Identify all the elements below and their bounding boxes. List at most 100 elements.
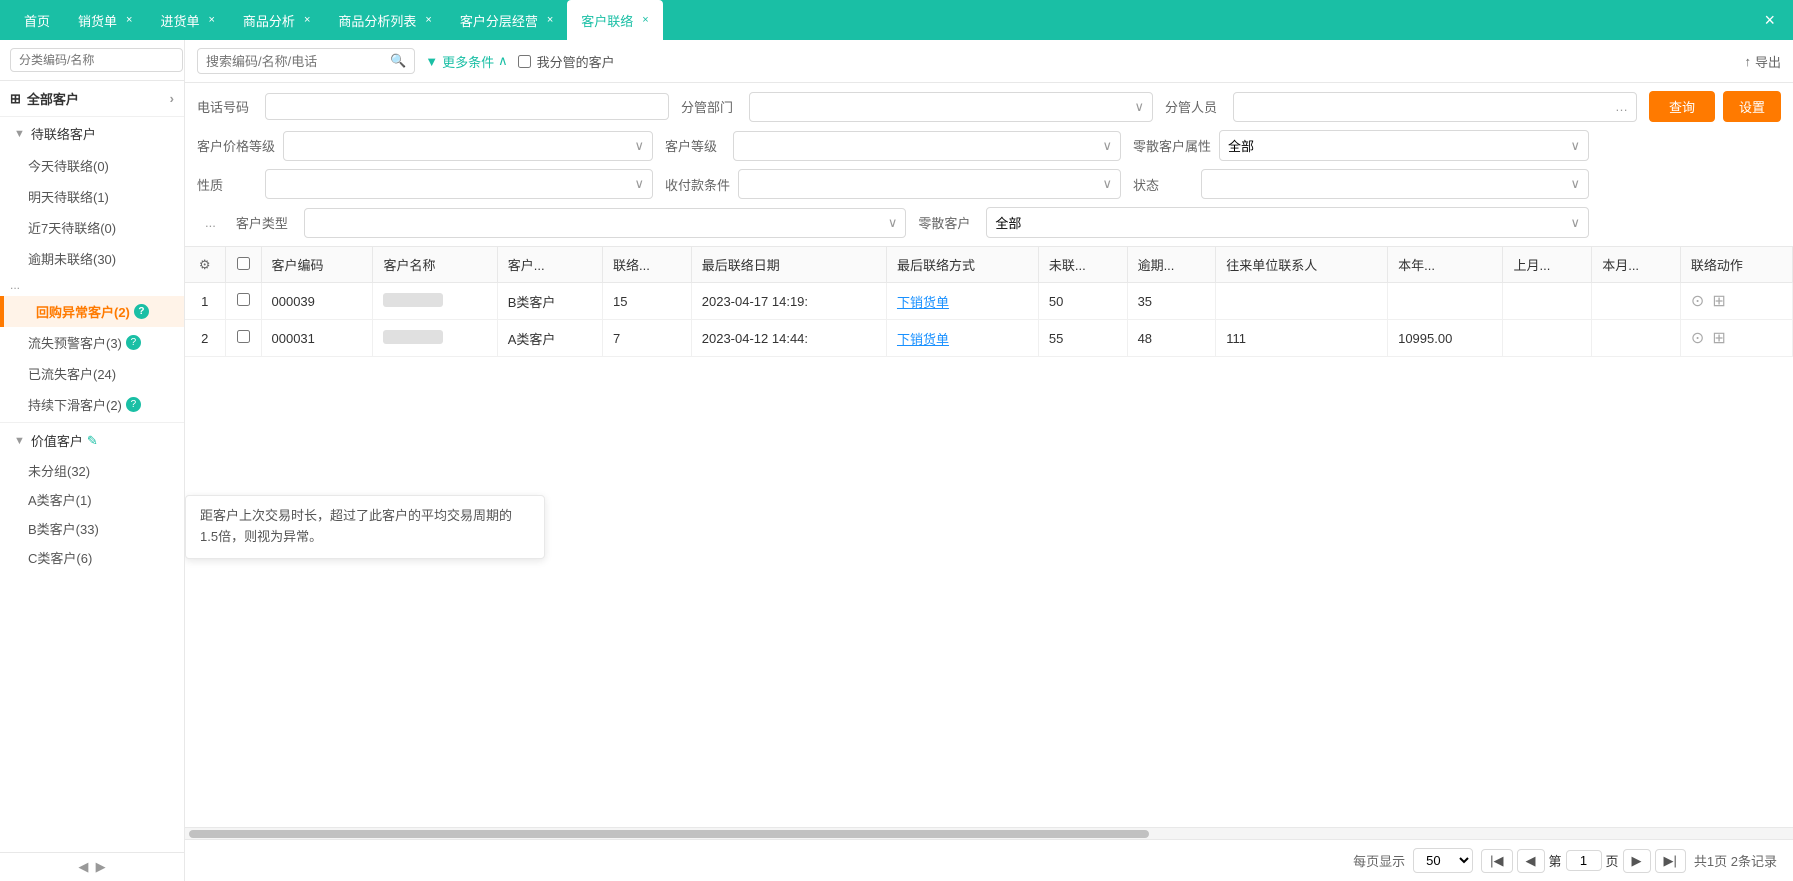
person-select[interactable]: … [1233, 92, 1637, 122]
query-button[interactable]: 查询 [1649, 91, 1715, 122]
nav-analysis-list-close[interactable]: × [425, 14, 431, 26]
value-c-label: C类客户(6) [28, 551, 92, 566]
close-all-button[interactable]: × [1756, 10, 1783, 31]
overdue-contact-item[interactable]: 逾期未联络(30) [0, 243, 184, 274]
waiting-contact-title[interactable]: ▼ 待联络客户 [0, 117, 184, 150]
value-customer-arrow: ▼ [14, 435, 25, 447]
value-ungroup-item[interactable]: 未分组(32) [0, 456, 184, 485]
page-number-input[interactable] [1566, 850, 1602, 871]
row1-this-year [1388, 283, 1503, 320]
retail-attr-select[interactable]: 全部 ∨ [1219, 130, 1589, 161]
keep-down-info-icon[interactable]: ? [126, 397, 141, 412]
nav-home[interactable]: 首页 [10, 0, 64, 40]
nav-sales-close[interactable]: × [126, 14, 132, 26]
already-lost-item[interactable]: 已流失客户(24) [0, 358, 184, 389]
per-page-select[interactable]: 50 20 100 [1413, 848, 1473, 873]
sidebar: 🔍 ⊞ 全部客户 › ▼ 待联络客户 今天待联络(0) 明天待联络(1) 近7天… [0, 40, 185, 881]
col-settings[interactable]: ⚙ [185, 247, 225, 283]
next-page-button[interactable]: ▶ [1623, 849, 1651, 873]
nav-purchase-close[interactable]: × [208, 14, 214, 26]
row2-link-icon[interactable]: ⊙ [1691, 328, 1704, 348]
row2-action: ⊙ ⊞ [1680, 320, 1792, 357]
lost-pre-item[interactable]: 流失预警客户(3) ? [0, 327, 184, 358]
tomorrow-contact-item[interactable]: 明天待联络(1) [0, 181, 184, 212]
customer-grade-select[interactable]: ∨ [733, 131, 1121, 161]
status-select[interactable]: ∨ [1201, 169, 1589, 199]
first-page-button[interactable]: |◀ [1481, 849, 1512, 873]
main-search-icon[interactable]: 🔍 [390, 53, 406, 69]
repeat-buy-info-icon[interactable]: ? [134, 304, 149, 319]
dept-select[interactable]: ∨ [749, 92, 1153, 122]
nav-purchase-label: 进货单 [160, 11, 199, 30]
row1-this-month [1592, 283, 1681, 320]
dept-label: 分管部门 [681, 97, 741, 116]
my-customers-checkbox[interactable] [518, 55, 531, 68]
row1-code: 000039 [261, 283, 373, 320]
col-type: 客户... [497, 247, 602, 283]
repeat-buy-abnormal-item[interactable]: 回购异常客户(2) ? [0, 296, 184, 327]
row4-more-btn[interactable]: ... [197, 215, 224, 230]
scroll-thumb[interactable] [189, 830, 1149, 838]
today-contact-item[interactable]: 今天待联络(0) [0, 150, 184, 181]
nav-purchase[interactable]: 进货单 × [146, 0, 228, 40]
nav-sales[interactable]: 销货单 × [64, 0, 146, 40]
value-a-item[interactable]: A类客户(1) [0, 485, 184, 514]
row1-grid-icon[interactable]: ⊞ [1712, 291, 1725, 311]
price-grade-select[interactable]: ∨ [283, 131, 653, 161]
sidebar-bottom-nav[interactable]: ◀ ▶ [0, 852, 184, 881]
top-nav: 首页 销货单 × 进货单 × 商品分析 × 商品分析列表 × 客户分层经营 × … [0, 0, 1793, 40]
row2-this-year-val: 10995.00 [1398, 331, 1452, 346]
row2-contact-count-val: 7 [613, 331, 620, 346]
payment-select[interactable]: ∨ [738, 169, 1121, 199]
row2-contacts: 111 [1216, 320, 1388, 357]
select-all-checkbox[interactable] [237, 257, 250, 270]
settings-button[interactable]: 设置 [1723, 91, 1781, 122]
value-customer-group[interactable]: ▼ 价值客户 ✎ [0, 425, 184, 456]
row1-link-icon[interactable]: ⊙ [1691, 291, 1704, 311]
horizontal-scrollbar[interactable] [185, 827, 1793, 839]
value-customer-edit-icon[interactable]: ✎ [87, 433, 98, 449]
row1-last-method-val[interactable]: 下销货单 [897, 295, 949, 310]
nav-analysis-list[interactable]: 商品分析列表 × [324, 0, 445, 40]
nav-customer-tier[interactable]: 客户分层经营 × [446, 0, 567, 40]
customer-grade-field: 客户等级 ∨ [665, 131, 1121, 161]
gender-select[interactable]: ∨ [265, 169, 653, 199]
collapse-sidebar-icon[interactable]: › [170, 91, 174, 106]
filter-actions: 查询 设置 [1649, 91, 1781, 122]
nav-customer-contact-close[interactable]: × [642, 14, 648, 26]
retail-attr-arrow: ∨ [1570, 138, 1580, 154]
value-c-item[interactable]: C类客户(6) [0, 543, 184, 572]
retail-customer-select[interactable]: 全部 ∨ [986, 207, 1589, 238]
row2-no-val: 2 [201, 331, 208, 346]
nav-customer-contact[interactable]: 客户联络 × [567, 0, 662, 40]
active-indicator [0, 296, 4, 327]
row1-checkbox[interactable] [237, 293, 250, 306]
export-button[interactable]: ↑ 导出 [1744, 52, 1781, 71]
row2-last-method-val[interactable]: 下销货单 [897, 332, 949, 347]
customer-type-field: 客户类型 ∨ [236, 208, 907, 238]
more-btn[interactable]: ... [0, 274, 184, 296]
table-settings-icon[interactable]: ⚙ [199, 257, 211, 272]
more-conditions-button[interactable]: ▼ 更多条件 ∧ [425, 52, 507, 71]
category-search-input[interactable] [10, 48, 183, 72]
col-uncontacted-label: 未联... [1049, 258, 1086, 273]
lost-pre-info-icon[interactable]: ? [126, 335, 141, 350]
value-b-item[interactable]: B类客户(33) [0, 514, 184, 543]
last-page-button[interactable]: ▶| [1655, 849, 1686, 873]
row2-grid-icon[interactable]: ⊞ [1712, 328, 1725, 348]
phone-input[interactable] [265, 93, 669, 120]
week-contact-item[interactable]: 近7天待联络(0) [0, 212, 184, 243]
customer-type-select[interactable]: ∨ [304, 208, 907, 238]
row2-checkbox[interactable] [237, 330, 250, 343]
nav-analysis[interactable]: 商品分析 × [229, 0, 324, 40]
filter-row-1: 电话号码 分管部门 ∨ 分管人员 … 查询 设置 [197, 91, 1781, 122]
col-action-label: 联络动作 [1691, 258, 1743, 273]
main-search-input[interactable] [206, 54, 386, 69]
waiting-contact-arrow: ▼ [14, 128, 25, 140]
nav-customer-tier-close[interactable]: × [547, 14, 553, 26]
customers-table: ⚙ 客户编码 客户名称 客户... [185, 247, 1793, 357]
my-customers-check[interactable]: 我分管的客户 [518, 52, 615, 71]
prev-page-button[interactable]: ◀ [1517, 849, 1545, 873]
keep-down-item[interactable]: 持续下滑客户(2) ? [0, 389, 184, 420]
nav-analysis-close[interactable]: × [304, 14, 310, 26]
